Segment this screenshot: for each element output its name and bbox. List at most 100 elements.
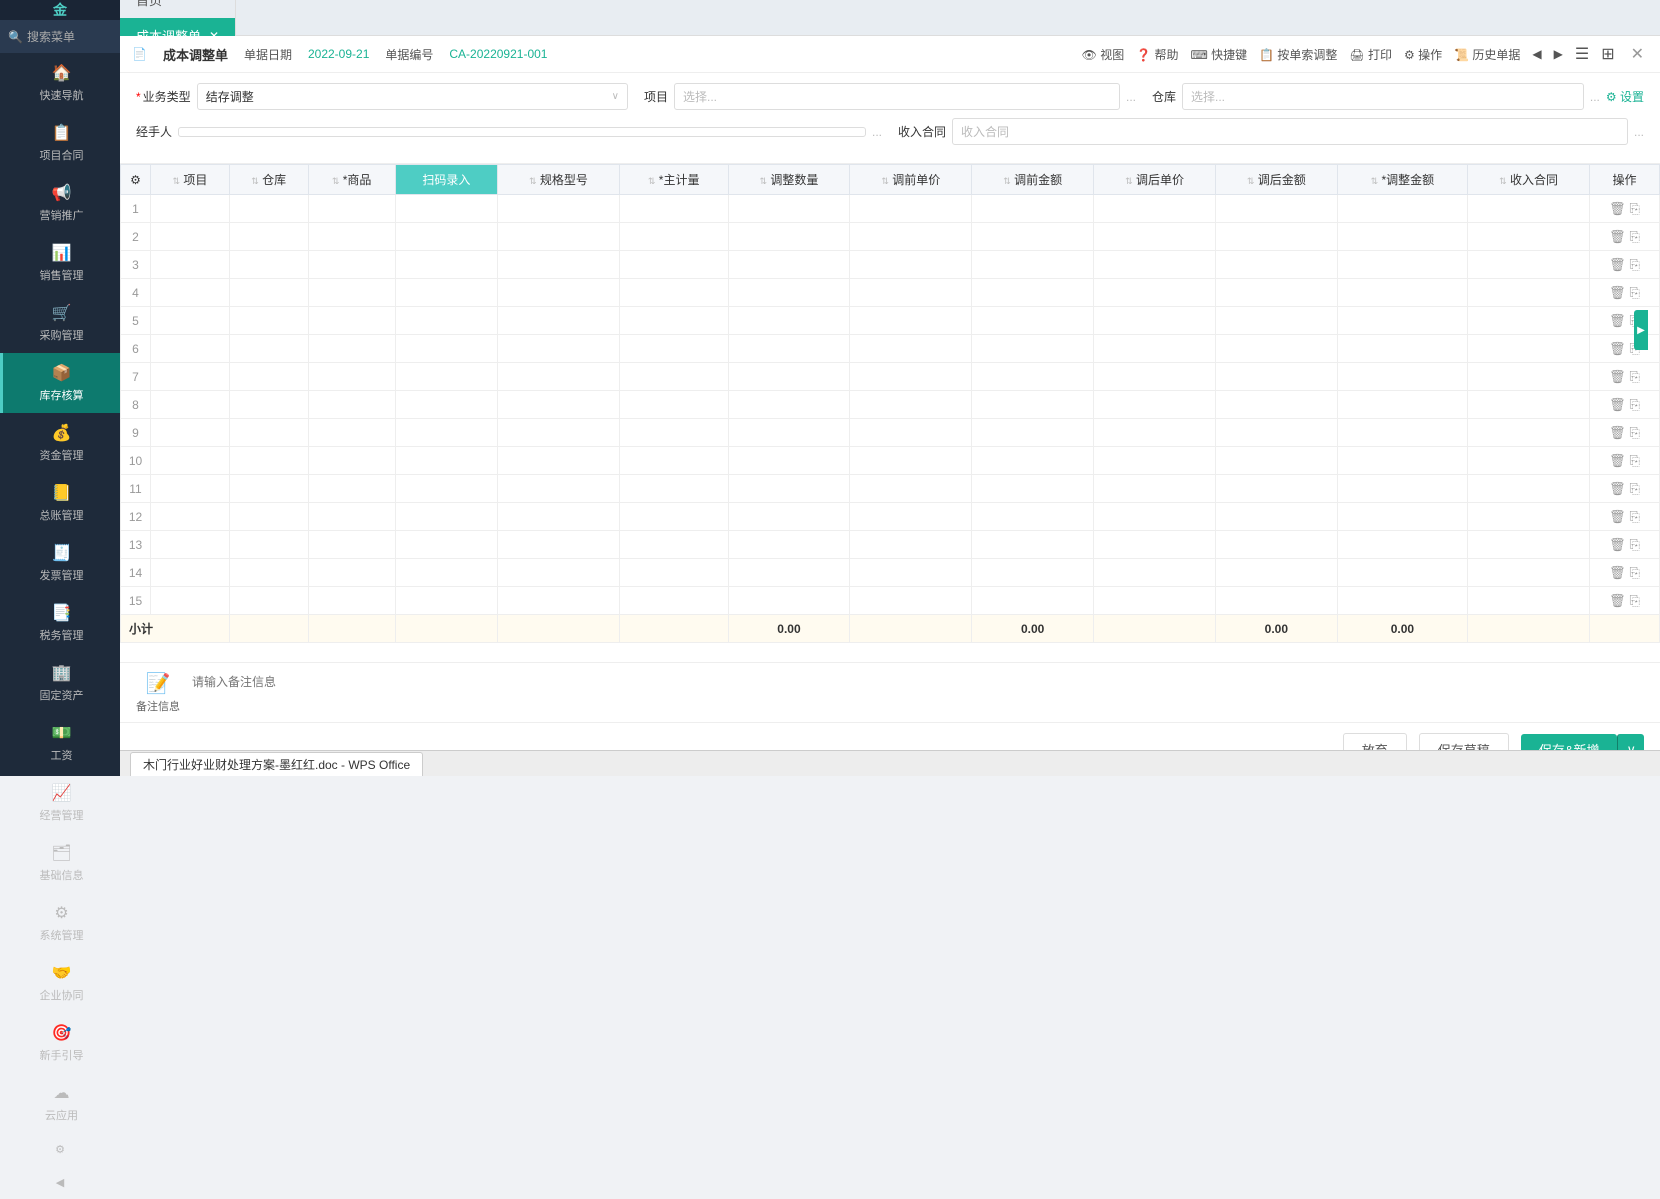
row-unit-14[interactable]: [619, 559, 728, 587]
row-goods-8[interactable]: [308, 391, 395, 419]
row-spec-2[interactable]: [498, 223, 620, 251]
row-post-unit-price-13[interactable]: [1094, 531, 1216, 559]
row-unit-13[interactable]: [619, 531, 728, 559]
row-project-3[interactable]: [151, 251, 230, 279]
row-income-contract-5[interactable]: [1468, 307, 1590, 335]
row-pre-amount-11[interactable]: [972, 475, 1094, 503]
row-adj-qty-12[interactable]: [728, 503, 850, 531]
row-unit-3[interactable]: [619, 251, 728, 279]
row-post-amount-12[interactable]: [1215, 503, 1337, 531]
sidebar-item-basic-info[interactable]: 🗂基础信息: [0, 833, 120, 893]
sidebar-item-ledger-mgmt[interactable]: 📒总账管理: [0, 473, 120, 533]
row-income-contract-11[interactable]: [1468, 475, 1590, 503]
row-delete-5[interactable]: 🗑: [1609, 313, 1626, 329]
row-adj-qty-13[interactable]: [728, 531, 850, 559]
row-copy-13[interactable]: ⎘: [1630, 537, 1640, 553]
row-pre-unit-price-4[interactable]: [850, 279, 972, 307]
card-view-btn[interactable]: ⊞: [1601, 44, 1614, 64]
row-pre-amount-9[interactable]: [972, 419, 1094, 447]
remarks-input[interactable]: [188, 671, 1644, 693]
row-post-amount-7[interactable]: [1215, 363, 1337, 391]
row-copy-15[interactable]: ⎘: [1630, 593, 1640, 609]
row-goods-5[interactable]: [308, 307, 395, 335]
row-scan-5[interactable]: [395, 307, 497, 335]
row-warehouse-12[interactable]: [229, 503, 308, 531]
row-post-unit-price-1[interactable]: [1094, 195, 1216, 223]
row-post-unit-price-4[interactable]: [1094, 279, 1216, 307]
row-goods-14[interactable]: [308, 559, 395, 587]
row-spec-1[interactable]: [498, 195, 620, 223]
row-post-amount-15[interactable]: [1215, 587, 1337, 615]
row-copy-9[interactable]: ⎘: [1630, 425, 1640, 441]
row-scan-15[interactable]: [395, 587, 497, 615]
row-scan-2[interactable]: [395, 223, 497, 251]
row-unit-2[interactable]: [619, 223, 728, 251]
print-btn[interactable]: 🖨 打印: [1349, 46, 1392, 63]
row-pre-unit-price-8[interactable]: [850, 391, 972, 419]
row-pre-amount-4[interactable]: [972, 279, 1094, 307]
row-pre-amount-3[interactable]: [972, 251, 1094, 279]
settings-btn[interactable]: ⚙ 设置: [1606, 88, 1644, 105]
row-post-amount-1[interactable]: [1215, 195, 1337, 223]
row-goods-11[interactable]: [308, 475, 395, 503]
row-spec-7[interactable]: [498, 363, 620, 391]
row-adj-amount-3[interactable]: [1337, 251, 1467, 279]
row-income-contract-10[interactable]: [1468, 447, 1590, 475]
row-spec-11[interactable]: [498, 475, 620, 503]
row-delete-7[interactable]: 🗑: [1609, 369, 1626, 385]
row-post-amount-8[interactable]: [1215, 391, 1337, 419]
sidebar-item-capital-mgmt[interactable]: 💰资金管理: [0, 413, 120, 473]
row-scan-4[interactable]: [395, 279, 497, 307]
operations-btn[interactable]: ⚙ 操作: [1404, 46, 1442, 63]
row-adj-qty-10[interactable]: [728, 447, 850, 475]
row-post-amount-3[interactable]: [1215, 251, 1337, 279]
row-adj-qty-15[interactable]: [728, 587, 850, 615]
row-delete-6[interactable]: 🗑: [1609, 341, 1626, 357]
sidebar-item-inventory-calc[interactable]: 📦库存核算: [0, 353, 120, 413]
row-pre-unit-price-6[interactable]: [850, 335, 972, 363]
row-spec-14[interactable]: [498, 559, 620, 587]
row-project-15[interactable]: [151, 587, 230, 615]
row-post-unit-price-8[interactable]: [1094, 391, 1216, 419]
sidebar-item-ops-mgmt[interactable]: 📈经营管理: [0, 773, 120, 833]
row-copy-10[interactable]: ⎘: [1630, 453, 1640, 469]
row-delete-14[interactable]: 🗑: [1609, 565, 1626, 581]
row-income-contract-8[interactable]: [1468, 391, 1590, 419]
row-spec-10[interactable]: [498, 447, 620, 475]
row-delete-3[interactable]: 🗑: [1609, 257, 1626, 273]
row-delete-15[interactable]: 🗑: [1609, 593, 1626, 609]
row-pre-amount-1[interactable]: [972, 195, 1094, 223]
row-spec-13[interactable]: [498, 531, 620, 559]
row-spec-15[interactable]: [498, 587, 620, 615]
row-post-amount-13[interactable]: [1215, 531, 1337, 559]
next-btn[interactable]: ▶: [1554, 47, 1563, 61]
project-dots[interactable]: ...: [1126, 90, 1136, 104]
row-project-9[interactable]: [151, 419, 230, 447]
row-scan-6[interactable]: [395, 335, 497, 363]
row-copy-14[interactable]: ⎘: [1630, 565, 1640, 581]
row-unit-1[interactable]: [619, 195, 728, 223]
row-project-2[interactable]: [151, 223, 230, 251]
row-warehouse-11[interactable]: [229, 475, 308, 503]
row-pre-amount-14[interactable]: [972, 559, 1094, 587]
row-pre-unit-price-2[interactable]: [850, 223, 972, 251]
row-adj-amount-4[interactable]: [1337, 279, 1467, 307]
row-pre-unit-price-9[interactable]: [850, 419, 972, 447]
row-unit-9[interactable]: [619, 419, 728, 447]
row-unit-10[interactable]: [619, 447, 728, 475]
row-scan-11[interactable]: [395, 475, 497, 503]
row-income-contract-7[interactable]: [1468, 363, 1590, 391]
row-adj-qty-3[interactable]: [728, 251, 850, 279]
sidebar-item-cloud-app[interactable]: ☁云应用: [0, 1073, 120, 1133]
row-goods-10[interactable]: [308, 447, 395, 475]
row-post-unit-price-7[interactable]: [1094, 363, 1216, 391]
sidebar-bottom-collapse[interactable]: ◀: [0, 1166, 120, 1199]
row-post-unit-price-5[interactable]: [1094, 307, 1216, 335]
row-project-6[interactable]: [151, 335, 230, 363]
history-btn[interactable]: 📜 历史单据: [1454, 46, 1520, 63]
row-income-contract-12[interactable]: [1468, 503, 1590, 531]
row-goods-9[interactable]: [308, 419, 395, 447]
tab-home[interactable]: 首页: [120, 0, 236, 18]
sidebar-item-system-mgmt[interactable]: ⚙系统管理: [0, 893, 120, 953]
row-scan-10[interactable]: [395, 447, 497, 475]
